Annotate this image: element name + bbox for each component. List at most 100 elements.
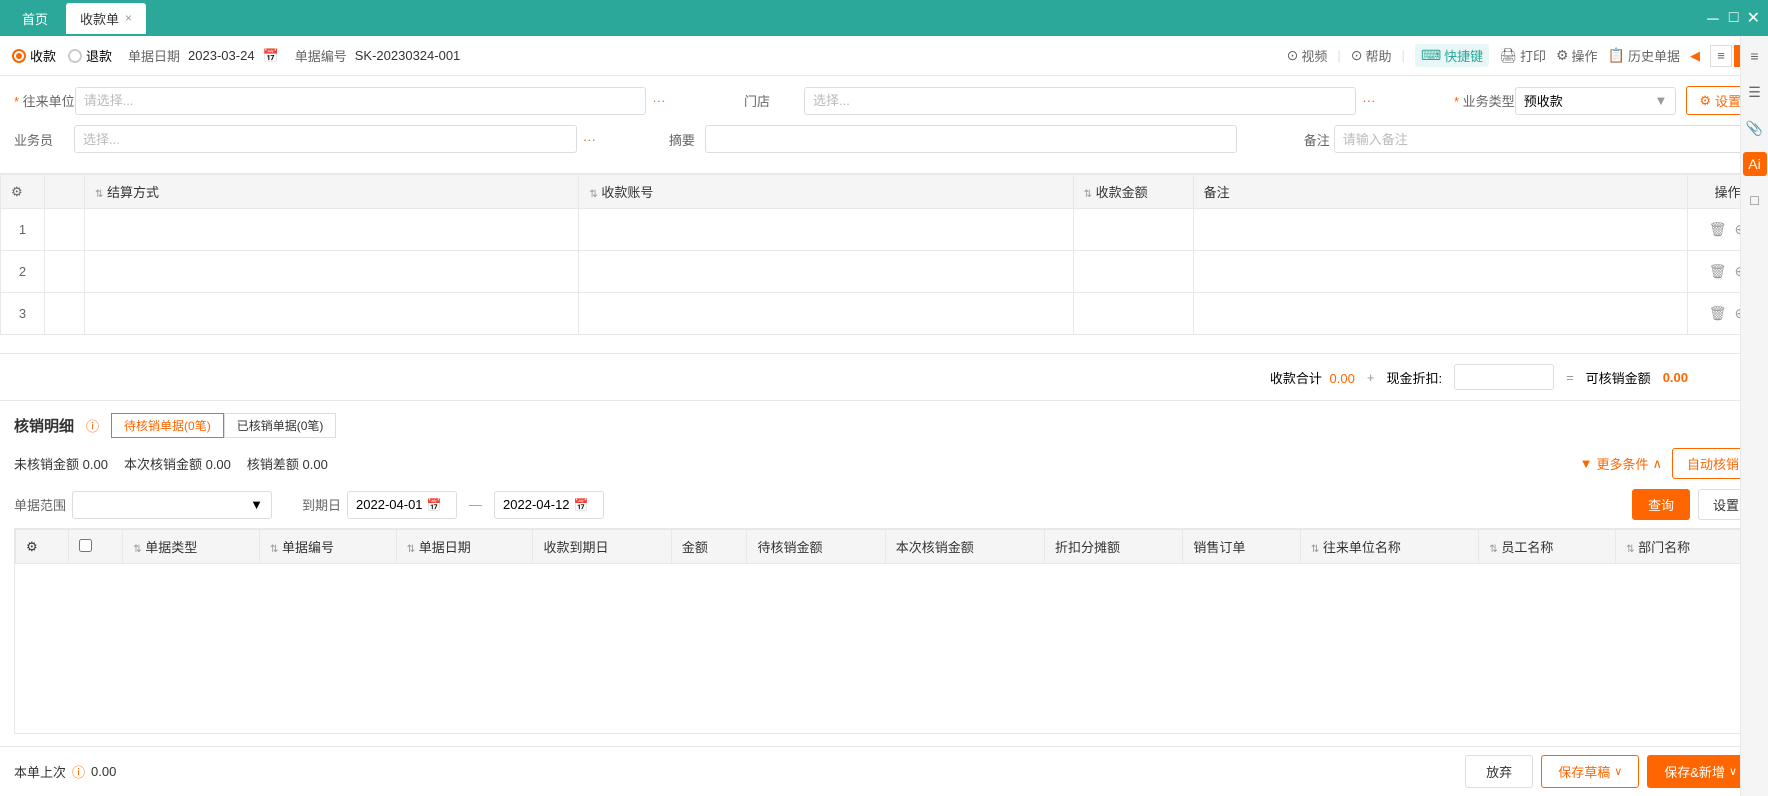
radio-dot-receipt [12,49,26,63]
tab-receipt[interactable]: 收款单 × [66,3,146,34]
radio-receipt[interactable]: 收款 [12,46,56,65]
store-more-icon[interactable]: ··· [1356,93,1381,108]
row-1-delete-icon[interactable]: 🗑 [1709,221,1727,238]
biz-type-dropdown[interactable]: 预收款 ▼ [1515,87,1677,115]
counterpart-input[interactable] [75,87,647,115]
due-date-start-input[interactable]: 2022-04-01 📅 [347,491,457,519]
row-3-settlement[interactable] [85,293,579,335]
settings-label: 设置 [1715,91,1741,110]
footer-info-icon[interactable]: ⓘ [72,762,85,781]
col-settings[interactable]: ⚙ [1,175,45,209]
row-1-remark-input[interactable] [1194,209,1687,250]
help-btn[interactable]: ⊙ 帮助 [1351,46,1392,65]
tab-done[interactable]: 已核销单据(0笔) [224,413,337,438]
ops-label: 操作 [1572,46,1598,65]
doc-range-select[interactable]: ▼ [72,491,272,519]
summary-discount-input[interactable] [1454,364,1554,390]
cal-start-icon[interactable]: 📅 [427,498,442,512]
doc-date-value: 2023-03-24 [188,48,255,63]
counterpart-more-icon[interactable]: ··· [646,93,671,108]
row-2-account-input[interactable] [579,251,1072,292]
row-3-remark[interactable] [1193,293,1687,335]
row-2-amount-input[interactable] [1074,251,1193,292]
staff-field: 业务员 ··· [14,125,602,153]
save-new-btn[interactable]: 保存&新增 ∨ [1647,755,1754,788]
calendar-icon[interactable]: 📅 [263,48,279,64]
print-btn[interactable]: 🖨 打印 [1499,46,1546,65]
btcol-amount: 金额 [671,530,747,564]
store-input[interactable] [804,87,1356,115]
radio-refund[interactable]: 退款 [68,46,112,65]
sidebar-list-icon[interactable]: ☰ [1743,80,1767,104]
row-1-account[interactable] [579,209,1073,251]
row-3-num: 3 [1,293,45,335]
row-1-settlement[interactable] [85,209,579,251]
row-1-remark[interactable] [1193,209,1687,251]
row-3-delete-icon[interactable]: 🗑 [1709,305,1727,322]
sidebar-attachment-icon[interactable]: 📎 [1743,116,1767,140]
row-2-settlement-input[interactable] [85,251,578,292]
row-2-remark-input[interactable] [1194,251,1687,292]
radio-dot-refund [68,49,82,63]
ops-btn[interactable]: ⚙ 操作 [1556,46,1598,65]
list-view-btn[interactable]: ≡ [1710,45,1732,67]
sidebar-ai-icon[interactable]: Ai [1743,152,1767,176]
col-amount-label: 收款金额 [1096,185,1148,200]
row-2-remark[interactable] [1193,251,1687,293]
row-2-account[interactable] [579,251,1073,293]
btcol-settings[interactable]: ⚙ [16,530,69,564]
row-3-remark-input[interactable] [1194,293,1687,334]
btcol-pending: 待核销金额 [747,530,885,564]
row-1-account-input[interactable] [579,209,1072,250]
close-btn[interactable]: ✕ [1747,8,1760,28]
diff-label: 核销差额 [247,457,299,472]
doc-range-field: 单据范围 ▼ [14,491,272,519]
offset-info-icon[interactable]: ⓘ [86,416,99,435]
staff-input[interactable] [74,125,577,153]
sidebar-expand-icon[interactable]: □ [1743,188,1767,212]
doc-date-label: 单据日期 [128,46,180,65]
staff-more-icon[interactable]: ··· [577,132,602,147]
more-conditions-btn[interactable]: ▼ 更多条件 ∧ [1580,454,1662,473]
save-new-label: 保存&新增 [1664,762,1725,781]
tab-pending[interactable]: 待核销单据(0笔) [111,413,224,438]
doc-range-label: 单据范围 [14,495,66,514]
nav-prev-icon[interactable]: ◀ [1690,48,1700,64]
minimize-btn[interactable]: － [1705,6,1721,30]
btcol-checkbox[interactable] [68,530,123,564]
shortcut-btn[interactable]: ⌨ 快捷键 [1415,44,1489,67]
tab-home[interactable]: 首页 [8,3,62,34]
video-label: 视频 [1301,46,1327,65]
row-1-settlement-input[interactable] [85,209,578,250]
row-3-account-input[interactable] [579,293,1072,334]
due-date-end-input[interactable]: 2022-04-12 📅 [494,491,604,519]
tab-close-icon[interactable]: × [125,11,132,25]
video-btn[interactable]: ⊙ 视频 [1287,46,1328,65]
query-btn[interactable]: 查询 [1632,489,1690,520]
gear-icon2[interactable]: ⚙ [26,539,38,554]
sidebar-table-icon[interactable]: ≡ [1743,44,1767,68]
save-draft-btn[interactable]: 保存草稿 ∨ [1541,755,1639,788]
row-1-amount-input[interactable] [1074,209,1193,250]
col-remark: 备注 [1193,175,1687,209]
remark-input[interactable] [1334,125,1754,153]
row-3-amount[interactable] [1073,293,1193,335]
maximize-btn[interactable]: □ [1729,9,1739,27]
counterpart-field: 往来单位 ··· [14,87,671,115]
row-2-settlement[interactable] [85,251,579,293]
row-3-settlement-input[interactable] [85,293,578,334]
row-2-amount[interactable] [1073,251,1193,293]
cal-end-icon[interactable]: 📅 [574,498,589,512]
select-all-checkbox[interactable] [79,539,92,552]
row-3-amount-input[interactable] [1074,293,1193,334]
footer-right: 放弃 保存草稿 ∨ 保存&新增 ∨ [1465,755,1754,788]
table-gear-icon[interactable]: ⚙ [11,184,23,199]
row-3-account[interactable] [579,293,1073,335]
row-2-delete-icon[interactable]: 🗑 [1709,263,1727,280]
abandon-btn[interactable]: 放弃 [1465,755,1533,788]
chevron-up-icon: ∧ [1652,456,1662,472]
history-btn[interactable]: 📋 历史单据 [1608,46,1680,65]
row-1-amount[interactable] [1073,209,1193,251]
summary-input[interactable] [705,125,1237,153]
offset-header: 核销明细 ⓘ 待核销单据(0笔) 已核销单据(0笔) [14,413,1754,438]
